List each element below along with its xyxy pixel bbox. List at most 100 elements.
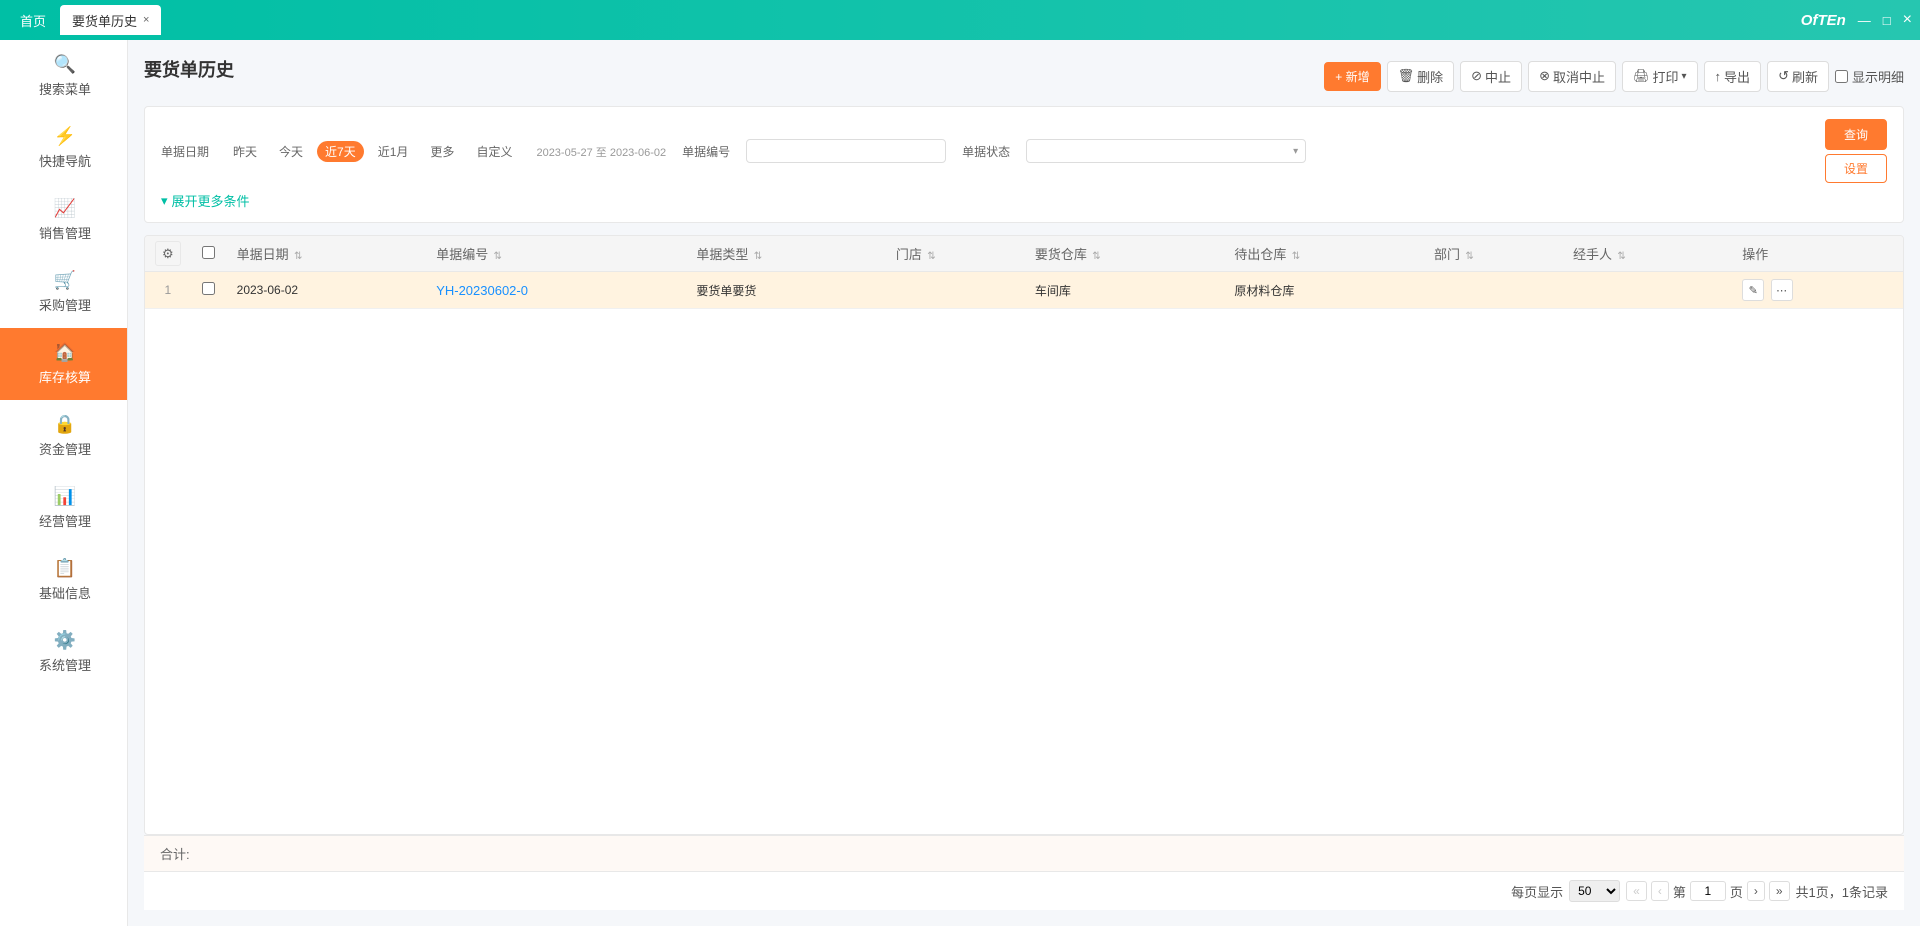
sidebar-item-finance[interactable]: 🔒 资金管理 — [0, 400, 127, 472]
date-more[interactable]: 更多 — [422, 141, 462, 162]
row-more-btn[interactable]: ⋯ — [1771, 279, 1793, 301]
sales-icon: 📈 — [54, 198, 76, 219]
col-req-warehouse-sort-icon[interactable]: ⇅ — [1092, 251, 1100, 262]
date-yesterday[interactable]: 昨天 — [225, 141, 265, 162]
row-docnum-link[interactable]: YH-20230602-0 — [436, 283, 528, 298]
date-custom[interactable]: 自定义 — [468, 141, 520, 162]
col-docnum: 单据编号 ⇅ — [426, 236, 686, 272]
settings-button[interactable]: 设置 — [1825, 154, 1887, 183]
col-pending-warehouse-sort-icon[interactable]: ⇅ — [1292, 251, 1300, 262]
col-actions-label: 操作 — [1742, 247, 1768, 262]
date-1month[interactable]: 近1月 — [370, 141, 417, 162]
new-button[interactable]: + 新增 — [1324, 62, 1380, 91]
doc-status-input[interactable] — [1026, 139, 1306, 163]
select-all-checkbox[interactable] — [202, 246, 215, 259]
prev-page-btn[interactable]: ‹ — [1651, 881, 1669, 901]
date-7days[interactable]: 近7天 — [317, 141, 364, 162]
top-bar-right: OfTEn — □ × — [1801, 11, 1912, 29]
export-button[interactable]: ↑ 导出 — [1704, 61, 1762, 92]
doc-number-input[interactable] — [746, 139, 946, 163]
row-edit-btn[interactable]: ✎ — [1742, 279, 1764, 301]
doc-status-select-wrapper: ▾ — [1026, 139, 1306, 163]
close-btn[interactable]: × — [1903, 11, 1912, 29]
table-header-row: ⚙ 单据日期 ⇅ 单据编号 ⇅ — [145, 236, 1903, 272]
delete-icon: 🗑 — [1398, 68, 1415, 84]
col-req-warehouse: 要货仓库 ⇅ — [1025, 236, 1225, 272]
filter-row: 单据日期 昨天 今天 近7天 近1月 更多 自定义 2023-05-27 至 2… — [161, 119, 1887, 183]
col-doctype-sort-icon[interactable]: ⇅ — [754, 251, 762, 262]
row-checkbox-cell — [191, 272, 227, 309]
sidebar-item-purchase[interactable]: 🛒 采购管理 — [0, 256, 127, 328]
col-store-sort-icon[interactable]: ⇅ — [927, 251, 935, 262]
col-date: 单据日期 ⇅ — [227, 236, 427, 272]
row-checkbox[interactable] — [202, 282, 215, 295]
tab-home[interactable]: 首页 — [8, 5, 58, 35]
minimize-btn[interactable]: — — [1858, 13, 1871, 28]
table-body: 1 2023-06-02 YH-20230602-0 要货单要货 车间库 原材料… — [145, 272, 1903, 309]
sidebar-item-system[interactable]: ⚙️ 系统管理 — [0, 616, 127, 688]
row-action-cell: ✎ ⋯ — [1732, 272, 1903, 309]
refresh-icon: ↺ — [1778, 68, 1789, 84]
sidebar-item-search-label: 搜索菜单 — [39, 79, 91, 98]
restore-btn[interactable]: □ — [1883, 13, 1891, 28]
row-num-cell: 1 — [145, 272, 191, 309]
col-req-warehouse-label: 要货仓库 — [1035, 247, 1087, 262]
col-handler-sort-icon[interactable]: ⇅ — [1617, 251, 1625, 262]
row-req-warehouse-cell: 车间库 — [1025, 272, 1225, 309]
expand-row: ▾ 展开更多条件 — [161, 191, 1887, 210]
display-detail-checkbox[interactable]: 显示明细 — [1835, 67, 1904, 86]
select-all-th — [191, 236, 227, 272]
col-docnum-sort-icon[interactable]: ⇅ — [494, 251, 502, 262]
col-department: 部门 ⇅ — [1424, 236, 1563, 272]
top-bar: 首页 要货单历史 × OfTEn — □ × — [0, 0, 1920, 40]
row-pending-warehouse-cell: 原材料仓库 — [1224, 272, 1424, 309]
display-detail-input[interactable] — [1835, 70, 1848, 83]
sidebar-item-inventory-label: 库存核算 — [39, 367, 91, 386]
sidebar-item-search[interactable]: 🔍 搜索菜单 — [0, 40, 127, 112]
column-settings-btn[interactable]: ⚙ — [155, 241, 181, 266]
total-info: 共1页，1条记录 — [1796, 882, 1888, 901]
col-actions: 操作 — [1732, 236, 1903, 272]
print-icon: 🖨 — [1633, 68, 1650, 84]
finance-icon: 🔒 — [54, 414, 76, 435]
refresh-button[interactable]: ↺ 刷新 — [1767, 61, 1829, 92]
page-input[interactable] — [1690, 881, 1726, 901]
date-today[interactable]: 今天 — [271, 141, 311, 162]
col-date-sort-icon[interactable]: ⇅ — [294, 251, 302, 262]
page-size-label: 每页显示 — [1511, 882, 1563, 901]
tab-purchase-history[interactable]: 要货单历史 × — [60, 5, 161, 35]
pagination: 每页显示 20 50 100 « ‹ 第 页 › » 共1页，1条记录 — [144, 871, 1904, 910]
quicknav-icon: ⚡ — [54, 126, 76, 147]
settings-th: ⚙ — [145, 236, 191, 272]
stop-button[interactable]: ⊘ 中止 — [1460, 61, 1522, 92]
query-button[interactable]: 查询 — [1825, 119, 1887, 150]
last-page-btn[interactable]: » — [1769, 881, 1790, 901]
print-chevron-icon: ▾ — [1682, 71, 1687, 82]
sidebar-item-sales[interactable]: 📈 销售管理 — [0, 184, 127, 256]
expand-btn[interactable]: ▾ 展开更多条件 — [161, 191, 1887, 210]
next-page-btn[interactable]: › — [1747, 881, 1765, 901]
print-button[interactable]: 🖨 打印 ▾ — [1622, 61, 1698, 92]
cancel-stop-icon: ⊗ — [1539, 68, 1550, 84]
filter-bar: 单据日期 昨天 今天 近7天 近1月 更多 自定义 2023-05-27 至 2… — [144, 106, 1904, 223]
col-department-sort-icon[interactable]: ⇅ — [1465, 251, 1473, 262]
basicinfo-icon: 📋 — [54, 558, 76, 579]
sidebar-item-quicknav[interactable]: ⚡ 快捷导航 — [0, 112, 127, 184]
display-detail-label: 显示明细 — [1852, 67, 1904, 86]
delete-button[interactable]: 🗑 🗑 删除 删除 — [1387, 61, 1455, 92]
doc-number-label: 单据编号 — [682, 143, 730, 160]
filter-dates: 昨天 今天 近7天 近1月 更多 自定义 — [225, 141, 520, 162]
page-size-select[interactable]: 20 50 100 — [1569, 880, 1620, 902]
row-department-cell — [1424, 272, 1563, 309]
first-page-btn[interactable]: « — [1626, 881, 1647, 901]
sidebar-item-inventory[interactable]: 🏠 库存核算 — [0, 328, 127, 400]
date-filter-label: 单据日期 — [161, 143, 209, 160]
sidebar-item-management[interactable]: 📊 经营管理 — [0, 472, 127, 544]
row-handler-cell — [1563, 272, 1732, 309]
system-icon: ⚙️ — [54, 630, 76, 651]
cancel-stop-button[interactable]: ⊗ 取消中止 — [1528, 61, 1616, 92]
header-row: 要货单历史 + 新增 🗑 🗑 删除 删除 ⊘ 中止 ⊗ 取消中止 — [144, 56, 1904, 96]
tab-close-icon[interactable]: × — [143, 14, 149, 26]
date-range-text: 2023-05-27 至 2023-06-02 — [536, 144, 666, 160]
sidebar-item-basicinfo[interactable]: 📋 基础信息 — [0, 544, 127, 616]
